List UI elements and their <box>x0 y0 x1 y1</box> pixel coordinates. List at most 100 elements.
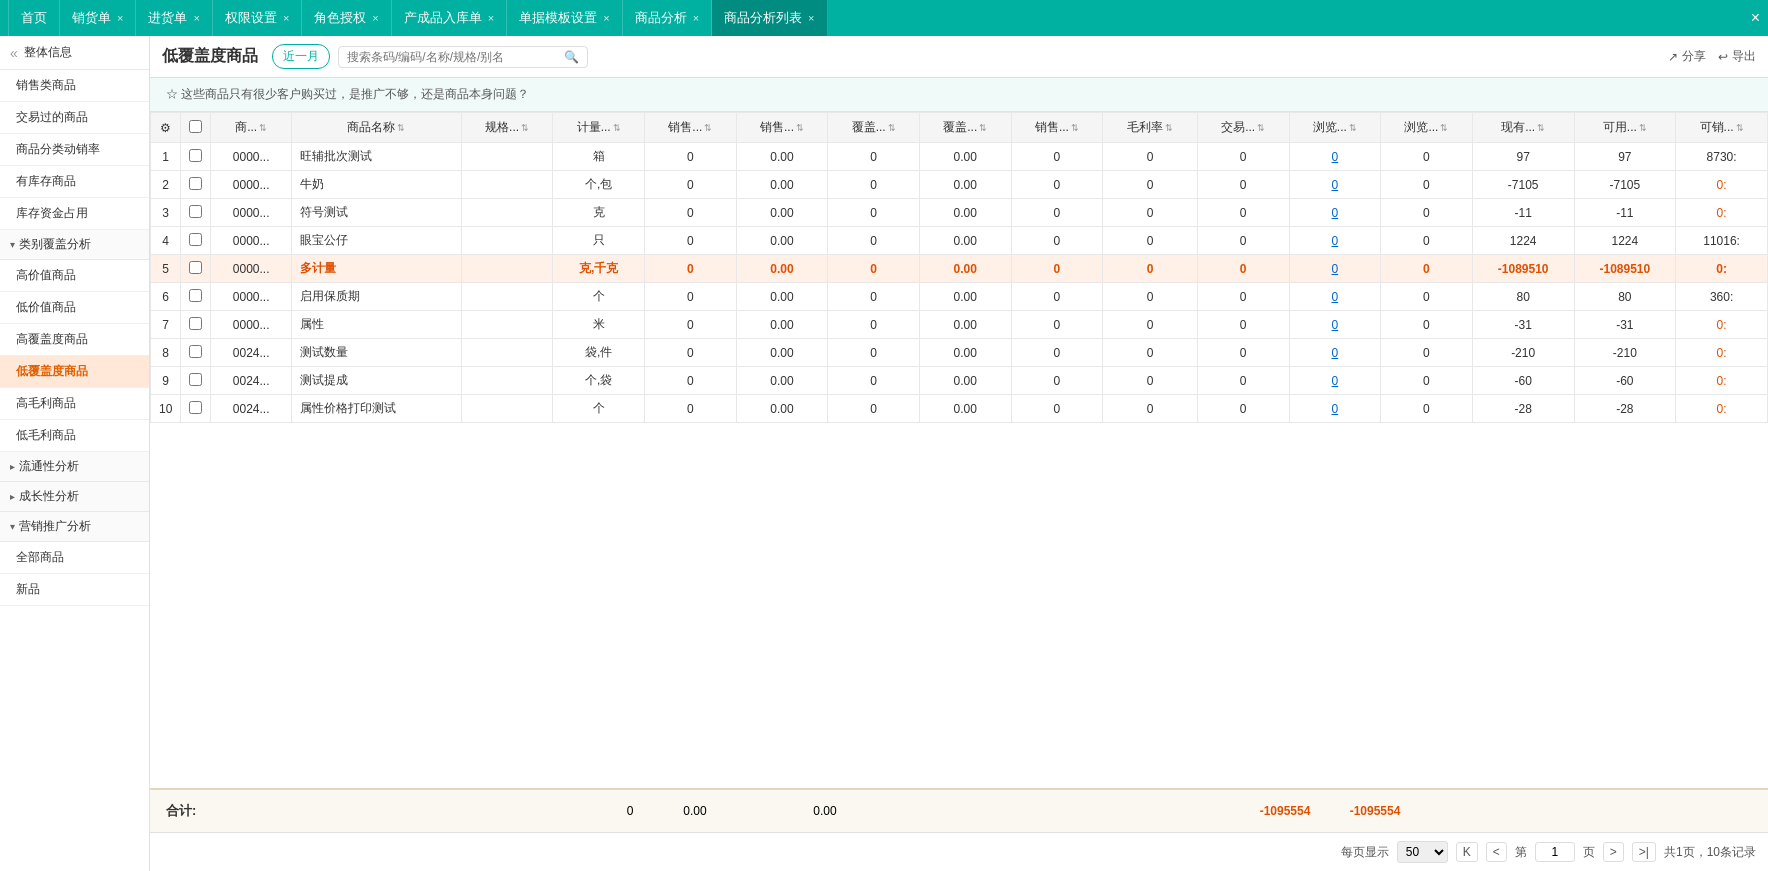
page-input[interactable] <box>1535 842 1575 862</box>
close-icon[interactable]: × <box>488 12 494 24</box>
col-gross-margin[interactable]: 毛利率⇅ <box>1103 113 1198 143</box>
export-button[interactable]: ↩ 导出 <box>1718 48 1756 65</box>
row-checkbox[interactable] <box>181 227 211 255</box>
sidebar-item-category-rate[interactable]: 商品分类动销率 <box>0 134 149 166</box>
col-code[interactable]: 商...⇅ <box>211 113 292 143</box>
sidebar-group-flow[interactable]: ▸ 流通性分析 <box>0 452 149 482</box>
row-name[interactable]: 旺辅批次测试 <box>292 143 462 171</box>
sidebar-item-stock-capital[interactable]: 库存资金占用 <box>0 198 149 230</box>
table-wrapper[interactable]: ⚙ 商...⇅ 商品名称⇅ 规格...⇅ 计量...⇅ 销售...⇅ 销售...… <box>150 112 1768 788</box>
sidebar-item-low-value[interactable]: 低价值商品 <box>0 292 149 324</box>
nav-tab-template[interactable]: 单据模板设置 × <box>507 0 622 36</box>
sidebar-item-high-margin[interactable]: 高毛利商品 <box>0 388 149 420</box>
col-view2[interactable]: 浏览...⇅ <box>1381 113 1473 143</box>
col-name[interactable]: 商品名称⇅ <box>292 113 462 143</box>
row-name[interactable]: 属性 <box>292 311 462 339</box>
nav-tab-purchase[interactable]: 进货单 × <box>136 0 212 36</box>
prev-page-button[interactable]: < <box>1486 842 1507 862</box>
nav-tab-home[interactable]: 首页 <box>8 0 60 36</box>
last-page-button[interactable]: >| <box>1632 842 1656 862</box>
sidebar-header[interactable]: « 整体信息 <box>0 36 149 70</box>
nav-tab-analysis-list[interactable]: 商品分析列表 × <box>712 0 827 36</box>
close-all-button[interactable]: × <box>1751 9 1760 27</box>
close-icon[interactable]: × <box>283 12 289 24</box>
row-checkbox[interactable] <box>181 255 211 283</box>
row-view1[interactable]: 0 <box>1289 283 1381 311</box>
sidebar-item-stock-goods[interactable]: 有库存商品 <box>0 166 149 198</box>
col-available-stock[interactable]: 可用...⇅ <box>1574 113 1676 143</box>
nav-tab-analysis[interactable]: 商品分析 × <box>623 0 712 36</box>
col-coverage1[interactable]: 覆盖...⇅ <box>828 113 920 143</box>
view-link[interactable]: 0 <box>1331 402 1338 416</box>
col-sales-count[interactable]: 销售...⇅ <box>1011 113 1103 143</box>
row-checkbox[interactable] <box>181 339 211 367</box>
row-checkbox[interactable] <box>181 395 211 423</box>
close-icon[interactable]: × <box>117 12 123 24</box>
close-icon[interactable]: × <box>693 12 699 24</box>
row-name[interactable]: 眼宝公仔 <box>292 227 462 255</box>
col-unit[interactable]: 计量...⇅ <box>553 113 645 143</box>
row-checkbox[interactable] <box>181 171 211 199</box>
sidebar-item-low-margin[interactable]: 低毛利商品 <box>0 420 149 452</box>
col-current-stock[interactable]: 现有...⇅ <box>1472 113 1574 143</box>
col-view1[interactable]: 浏览...⇅ <box>1289 113 1381 143</box>
search-input[interactable] <box>347 50 564 64</box>
sidebar-item-all-goods[interactable]: 全部商品 <box>0 542 149 574</box>
view-link[interactable]: 0 <box>1331 178 1338 192</box>
sidebar-item-low-coverage[interactable]: 低覆盖度商品 <box>0 356 149 388</box>
sidebar-item-new-goods[interactable]: 新品 <box>0 574 149 606</box>
time-filter-button[interactable]: 近一月 <box>272 44 330 69</box>
nav-tab-sales[interactable]: 销货单 × <box>60 0 136 36</box>
close-icon[interactable]: × <box>372 12 378 24</box>
first-page-button[interactable]: K <box>1456 842 1478 862</box>
view-link[interactable]: 0 <box>1331 234 1338 248</box>
view-link[interactable]: 0 <box>1331 262 1338 276</box>
select-all-checkbox[interactable] <box>189 120 202 133</box>
row-view1[interactable]: 0 <box>1289 171 1381 199</box>
col-settings[interactable]: ⚙ <box>151 113 181 143</box>
row-view1[interactable]: 0 <box>1289 255 1381 283</box>
row-name[interactable]: 牛奶 <box>292 171 462 199</box>
view-link[interactable]: 0 <box>1331 206 1338 220</box>
share-button[interactable]: ↗ 分享 <box>1668 48 1706 65</box>
col-spec[interactable]: 规格...⇅ <box>461 113 553 143</box>
row-name[interactable]: 测试数量 <box>292 339 462 367</box>
row-name[interactable]: 测试提成 <box>292 367 462 395</box>
sidebar-item-sales-goods[interactable]: 销售类商品 <box>0 70 149 102</box>
col-checkbox[interactable] <box>181 113 211 143</box>
view-link[interactable]: 0 <box>1331 150 1338 164</box>
col-sales-qty[interactable]: 销售...⇅ <box>645 113 737 143</box>
close-icon[interactable]: × <box>193 12 199 24</box>
col-coverage2[interactable]: 覆盖...⇅ <box>919 113 1011 143</box>
view-link[interactable]: 0 <box>1331 346 1338 360</box>
sidebar-item-traded-goods[interactable]: 交易过的商品 <box>0 102 149 134</box>
sidebar-item-high-coverage[interactable]: 高覆盖度商品 <box>0 324 149 356</box>
row-checkbox[interactable] <box>181 367 211 395</box>
row-checkbox[interactable] <box>181 311 211 339</box>
sidebar-item-high-value[interactable]: 高价值商品 <box>0 260 149 292</box>
row-checkbox[interactable] <box>181 199 211 227</box>
nav-tab-permission[interactable]: 权限设置 × <box>213 0 302 36</box>
sidebar-group-category[interactable]: ▾ 类别覆盖分析 <box>0 230 149 260</box>
nav-tab-product-in[interactable]: 产成品入库单 × <box>392 0 507 36</box>
next-page-button[interactable]: > <box>1603 842 1624 862</box>
search-icon[interactable]: 🔍 <box>564 50 579 64</box>
row-view1[interactable]: 0 <box>1289 395 1381 423</box>
close-icon[interactable]: × <box>603 12 609 24</box>
per-page-select[interactable]: 50 20 100 <box>1397 841 1448 863</box>
row-view1[interactable]: 0 <box>1289 339 1381 367</box>
col-trade[interactable]: 交易...⇅ <box>1197 113 1289 143</box>
row-name[interactable]: 启用保质期 <box>292 283 462 311</box>
sidebar-group-marketing[interactable]: ▾ 营销推广分析 <box>0 512 149 542</box>
row-view1[interactable]: 0 <box>1289 227 1381 255</box>
sidebar-group-growth[interactable]: ▸ 成长性分析 <box>0 482 149 512</box>
row-name[interactable]: 属性价格打印测试 <box>292 395 462 423</box>
row-view1[interactable]: 0 <box>1289 367 1381 395</box>
view-link[interactable]: 0 <box>1331 374 1338 388</box>
nav-tab-role[interactable]: 角色授权 × <box>302 0 391 36</box>
view-link[interactable]: 0 <box>1331 290 1338 304</box>
row-name[interactable]: 符号测试 <box>292 199 462 227</box>
close-icon[interactable]: × <box>808 12 814 24</box>
row-view1[interactable]: 0 <box>1289 311 1381 339</box>
col-saleable[interactable]: 可销...⇅ <box>1676 113 1768 143</box>
